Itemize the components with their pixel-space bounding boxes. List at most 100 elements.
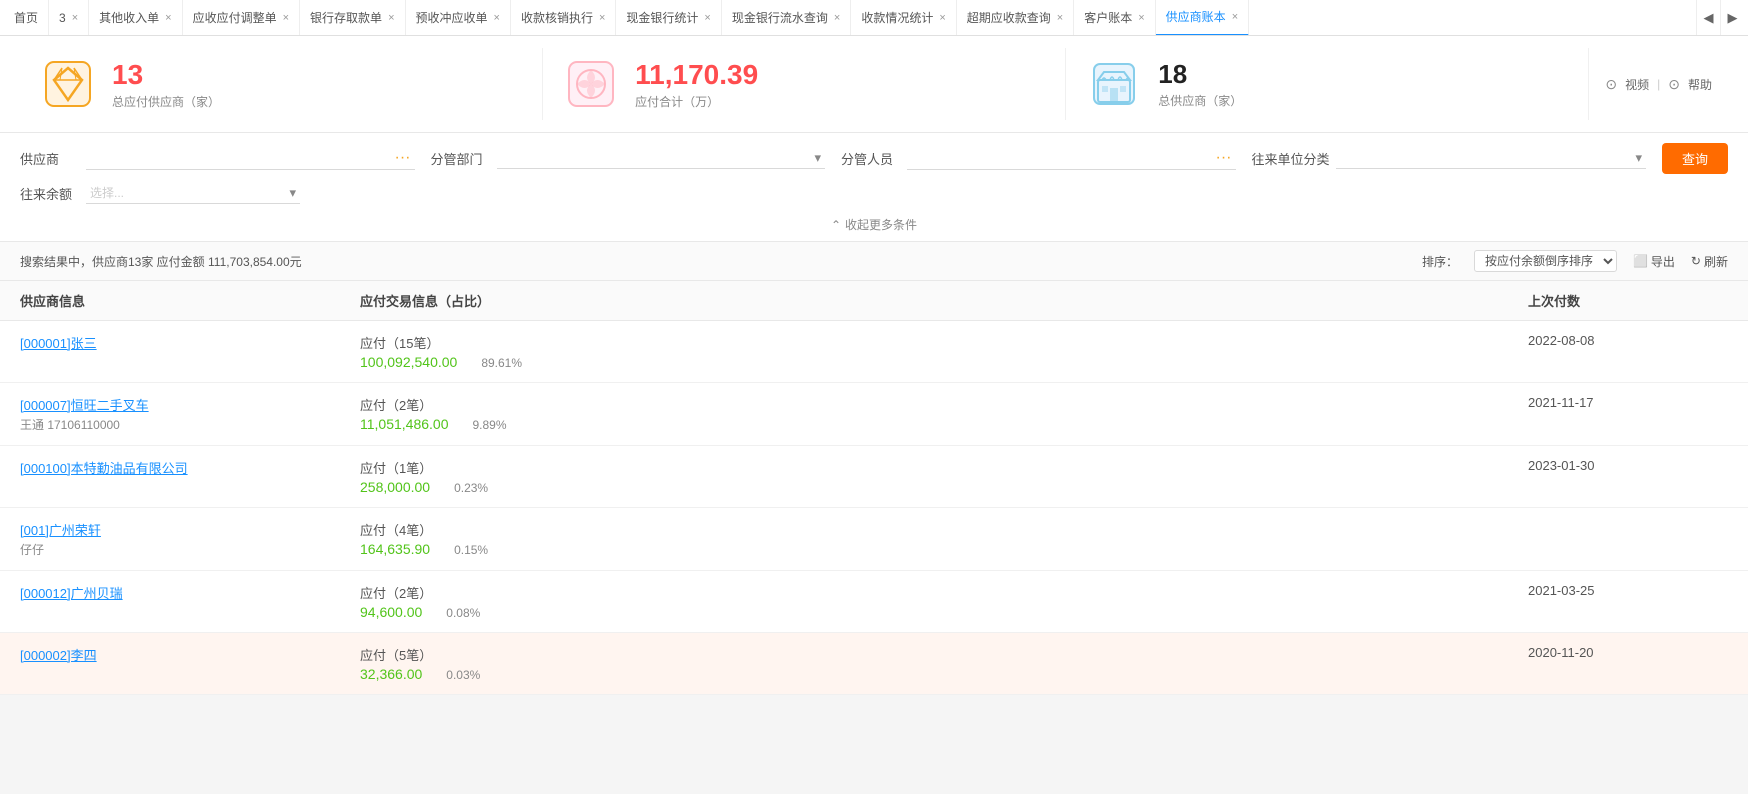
filter-person: 分管人员 ··· — [841, 147, 1236, 170]
supplier-info-1: [000007]恒旺二手叉车 王通 17106110000 — [20, 395, 360, 433]
export-label: 导出 — [1651, 253, 1675, 270]
nav-tab-close-overdue-ar[interactable]: × — [1057, 12, 1063, 24]
last-pay-0: 2022-08-08 — [1528, 333, 1728, 348]
supplier-info-4: [000012]广州贝瑞 — [20, 583, 360, 602]
nav-tab-close-bank-deposit[interactable]: × — [388, 12, 394, 24]
grain-icon — [563, 56, 619, 112]
tx-label-4: 应付（2笔） — [360, 583, 1528, 602]
diamond-icon — [40, 56, 96, 112]
supplier-info-3: [001]广州荣轩 仔仔 — [20, 520, 360, 558]
nav-tab-close-prepay-offset[interactable]: × — [494, 12, 500, 24]
collapse-btn[interactable]: ⌃ 收起更多条件 — [20, 212, 1728, 235]
nav-prev-btn[interactable]: ◀ — [1696, 0, 1720, 36]
nav-tab-tab3[interactable]: 3× — [49, 0, 89, 36]
nav-tab-close-other-income[interactable]: × — [165, 12, 171, 24]
tx-amount-3[interactable]: 164,635.90 — [360, 541, 430, 557]
table-row: [000012]广州贝瑞 应付（2笔） 94,600.00 0.08% 2021… — [0, 571, 1748, 633]
main-table: 供应商信息 应付交易信息（占比） 上次付数 [000001]张三 应付（15笔）… — [0, 281, 1748, 695]
tx-amount-2[interactable]: 258,000.00 — [360, 479, 430, 495]
supplier-info-2: [000100]本特勤油品有限公司 — [20, 458, 360, 477]
nav-tab-customer-ledger[interactable]: 客户账本× — [1074, 0, 1155, 36]
help-link[interactable]: 帮助 — [1688, 76, 1712, 93]
nav-tab-receipt-stat[interactable]: 收款情况统计× — [851, 0, 956, 36]
search-button[interactable]: 查询 — [1662, 143, 1728, 174]
result-bar: 搜索结果中，供应商13家 应付金额 111,703,854.00元 排序： 按应… — [0, 242, 1748, 281]
nav-tab-bank-deposit[interactable]: 银行存取款单× — [300, 0, 405, 36]
tx-percent-4: 0.08% — [446, 606, 480, 620]
tx-amount-1[interactable]: 11,051,486.00 — [360, 416, 449, 432]
tx-amount-4[interactable]: 94,600.00 — [360, 604, 422, 620]
summary-card-1: 13 总应付供应商（家） — [20, 48, 543, 120]
dept-label: 分管部门 — [431, 149, 491, 168]
nav-tab-prepay-offset[interactable]: 预收冲应收单× — [406, 0, 511, 36]
video-link[interactable]: 视频 — [1625, 76, 1649, 93]
nav-tab-other-income[interactable]: 其他收入单× — [89, 0, 182, 36]
circle-icon: ⊙ — [1605, 76, 1617, 93]
nav-tab-receipt-verify[interactable]: 收款核销执行× — [511, 0, 616, 36]
collapse-label: 收起更多条件 — [845, 216, 917, 233]
supplier-info-0: [000001]张三 — [20, 333, 360, 352]
balance-select[interactable]: 选择... ▾ — [86, 182, 300, 204]
nav-tab-close-tab3[interactable]: × — [72, 12, 78, 24]
nav-tab-cash-stat[interactable]: 现金银行统计× — [616, 0, 721, 36]
nav-tab-supplier-ledger[interactable]: 供应商账本× — [1156, 0, 1249, 36]
nav-tab-close-receipt-stat[interactable]: × — [939, 12, 945, 24]
supplier-input[interactable]: ··· — [86, 147, 415, 170]
nav-tab-close-supplier-ledger[interactable]: × — [1232, 11, 1238, 23]
nav-tab-overdue-ar[interactable]: 超期应收款查询× — [957, 0, 1074, 36]
tx-label-3: 应付（4笔） — [360, 520, 1528, 539]
refresh-btn[interactable]: ↻ 刷新 — [1691, 253, 1728, 270]
nav-tab-cash-flow[interactable]: 现金银行流水查询× — [722, 0, 851, 36]
supplier-link-0[interactable]: [000001]张三 — [20, 333, 360, 352]
supplier-link-1[interactable]: [000007]恒旺二手叉车 — [20, 395, 360, 414]
nav-tab-home[interactable]: 首页 — [4, 0, 49, 36]
summary-text-1: 13 总应付供应商（家） — [112, 58, 220, 111]
person-input[interactable]: ··· — [907, 147, 1236, 170]
nav-arrows: ◀ ▶ — [1696, 0, 1744, 36]
transaction-info-3: 应付（4笔） 164,635.90 0.15% — [360, 520, 1528, 557]
nav-tab-ar-ap-adjust[interactable]: 应收应付调整单× — [183, 0, 300, 36]
supplier-link-5[interactable]: [000002]李四 — [20, 645, 360, 664]
filter-row-2: 往来余额 选择... ▾ — [20, 182, 1728, 204]
total-suppliers: 18 — [1158, 59, 1242, 90]
dept-select[interactable]: ▾ — [497, 148, 826, 169]
sort-label: 排序： — [1422, 253, 1458, 270]
nav-next-btn[interactable]: ▶ — [1720, 0, 1744, 36]
supplier-link-4[interactable]: [000012]广州贝瑞 — [20, 583, 360, 602]
filter-bar: 供应商 ··· 分管部门 ▾ 分管人员 ··· 往来单位分类 ▾ — [0, 133, 1748, 242]
table-body: [000001]张三 应付（15笔） 100,092,540.00 89.61%… — [0, 321, 1748, 695]
nav-tab-close-receipt-verify[interactable]: × — [599, 12, 605, 24]
chevron-up-icon: ⌃ — [831, 218, 841, 232]
export-icon: ⬜ — [1633, 254, 1648, 268]
refresh-icon: ↻ — [1691, 254, 1701, 268]
last-pay-4: 2021-03-25 — [1528, 583, 1728, 598]
nav-tab-close-cash-flow[interactable]: × — [834, 12, 840, 24]
supplier-link-3[interactable]: [001]广州荣轩 — [20, 520, 360, 539]
nav-tab-close-customer-ledger[interactable]: × — [1138, 12, 1144, 24]
supplier-link-2[interactable]: [000100]本特勤油品有限公司 — [20, 458, 360, 477]
nav-tab-close-ar-ap-adjust[interactable]: × — [283, 12, 289, 24]
filter-balance: 往来余额 选择... ▾ — [20, 182, 300, 204]
supplier-info-5: [000002]李四 — [20, 645, 360, 664]
tx-percent-3: 0.15% — [454, 543, 488, 557]
table-row: [001]广州荣轩 仔仔 应付（4笔） 164,635.90 0.15% — [0, 508, 1748, 571]
tx-label-2: 应付（1笔） — [360, 458, 1528, 477]
filter-row-1: 供应商 ··· 分管部门 ▾ 分管人员 ··· 往来单位分类 ▾ — [20, 143, 1728, 174]
transaction-info-4: 应付（2笔） 94,600.00 0.08% — [360, 583, 1528, 620]
supplier-dots-icon: ··· — [395, 149, 411, 167]
summary-bar: 13 总应付供应商（家） 11,170.39 应付合计（万） — [0, 36, 1748, 133]
tx-label-0: 应付（15笔） — [360, 333, 1528, 352]
export-btn[interactable]: ⬜ 导出 — [1633, 253, 1675, 270]
tx-amount-5[interactable]: 32,366.00 — [360, 666, 422, 682]
refresh-label: 刷新 — [1704, 253, 1728, 270]
transaction-info-5: 应付（5笔） 32,366.00 0.03% — [360, 645, 1528, 682]
supplier-sub-3: 仔仔 — [20, 541, 360, 558]
sort-select[interactable]: 按应付余额倒序排序 — [1474, 250, 1617, 272]
table-header: 供应商信息 应付交易信息（占比） 上次付数 — [0, 281, 1748, 321]
nav-tab-close-cash-stat[interactable]: × — [704, 12, 710, 24]
transaction-info-0: 应付（15笔） 100,092,540.00 89.61% — [360, 333, 1528, 370]
tx-amount-0[interactable]: 100,092,540.00 — [360, 354, 457, 370]
category-select[interactable]: ▾ — [1336, 148, 1646, 169]
transaction-info-1: 应付（2笔） 11,051,486.00 9.89% — [360, 395, 1528, 432]
category-label: 往来单位分类 — [1252, 149, 1330, 168]
